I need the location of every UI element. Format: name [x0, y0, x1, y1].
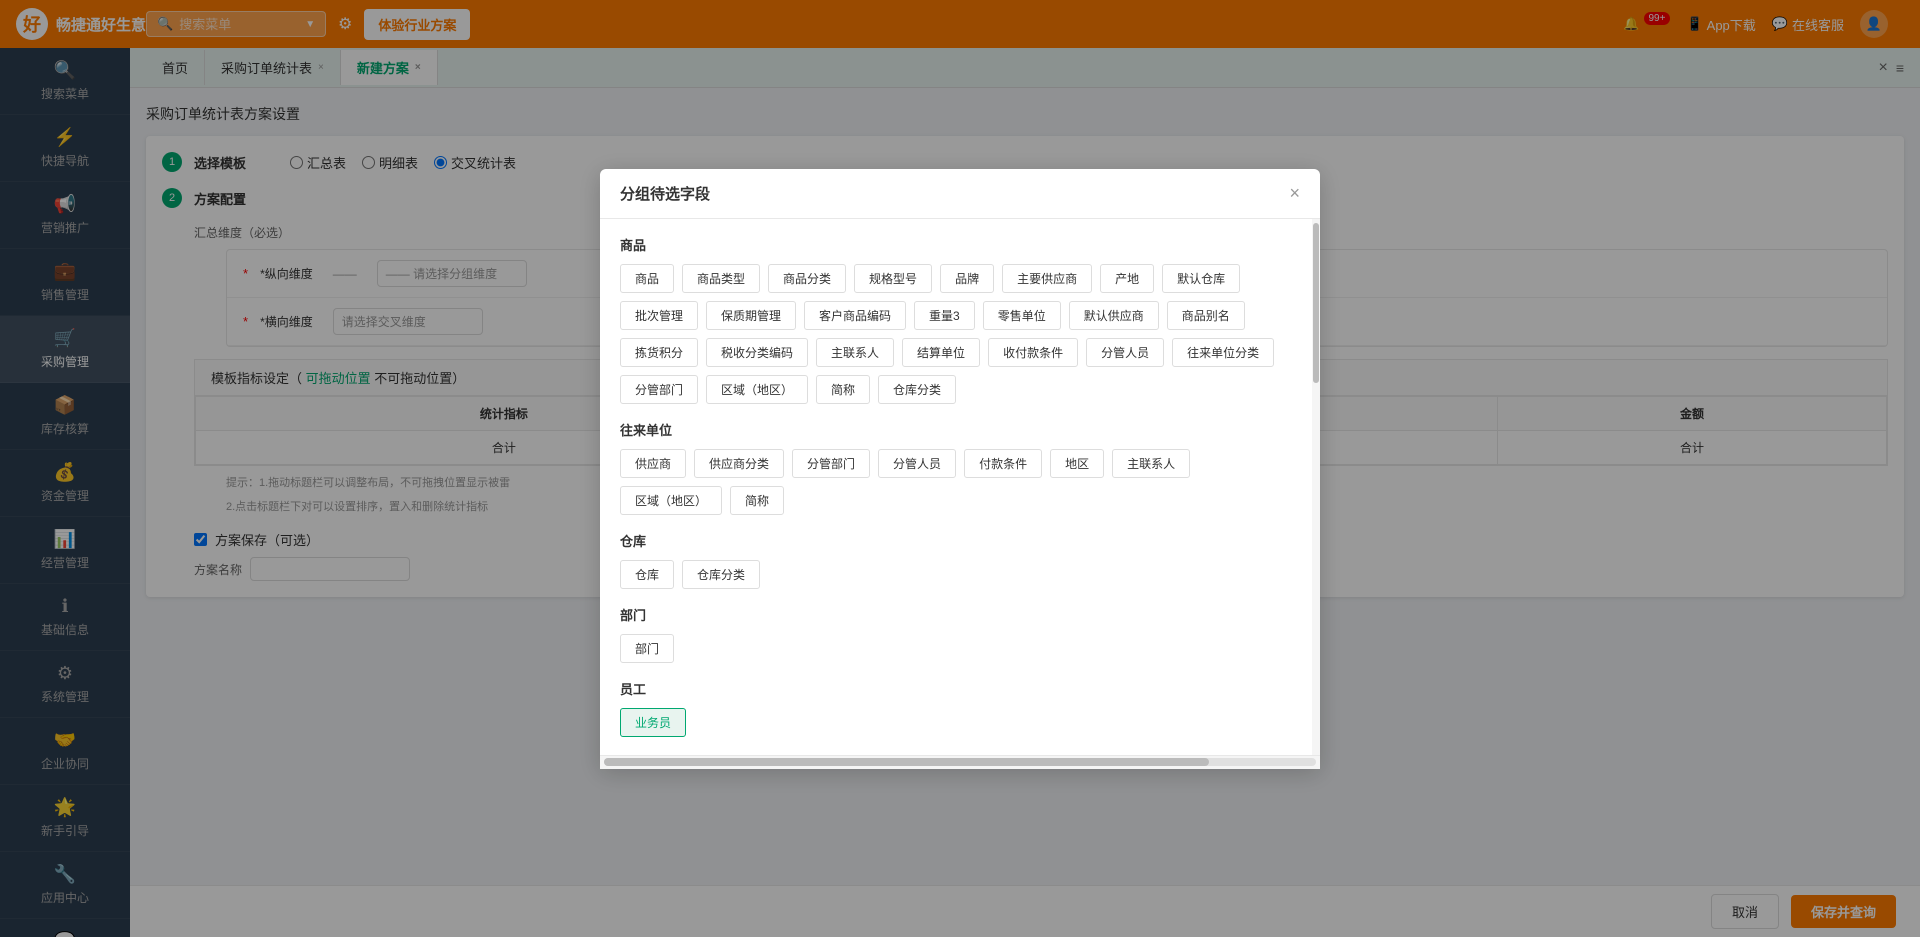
field-tag[interactable]: 默认供应商 [1069, 301, 1159, 330]
field-tag[interactable]: 分管人员 [878, 449, 956, 478]
modal-close-btn[interactable]: × [1289, 183, 1300, 204]
field-tag[interactable]: 分管部门 [792, 449, 870, 478]
field-tag[interactable]: 商品分类 [768, 264, 846, 293]
field-tag[interactable]: 客户商品编码 [804, 301, 906, 330]
field-tag[interactable]: 简称 [816, 375, 870, 404]
h-scroll-thumb [604, 758, 1209, 766]
section-department-tags: 部门 [620, 634, 1292, 663]
field-tag[interactable]: 商品别名 [1167, 301, 1245, 330]
section-products: 商品 商品 商品类型 商品分类 规格型号 品牌 主要供应商 产地 默认仓库 批次… [620, 235, 1292, 404]
horizontal-scrollbar[interactable] [600, 755, 1320, 769]
field-tag[interactable]: 收付款条件 [988, 338, 1078, 367]
modal-inner: 商品 商品 商品类型 商品分类 规格型号 品牌 主要供应商 产地 默认仓库 批次… [600, 219, 1320, 755]
field-tag[interactable]: 产地 [1100, 264, 1154, 293]
field-tag[interactable]: 供应商 [620, 449, 686, 478]
field-tag-employee[interactable]: 业务员 [620, 708, 686, 737]
h-scroll-track [604, 758, 1316, 766]
section-department: 部门 部门 [620, 605, 1292, 663]
field-tag[interactable]: 品牌 [940, 264, 994, 293]
section-employee: 员工 业务员 [620, 679, 1292, 737]
section-products-tags: 商品 商品类型 商品分类 规格型号 品牌 主要供应商 产地 默认仓库 批次管理 … [620, 264, 1292, 404]
section-employee-title: 员工 [620, 679, 1292, 698]
section-warehouse-tags: 仓库 仓库分类 [620, 560, 1292, 589]
section-warehouse-title: 仓库 [620, 531, 1292, 550]
field-tag[interactable]: 部门 [620, 634, 674, 663]
field-tag[interactable]: 默认仓库 [1162, 264, 1240, 293]
field-tag[interactable]: 拣货积分 [620, 338, 698, 367]
modal-overlay: 分组待选字段 × 商品 商品 商品类型 商品分类 规格型号 品牌 主要供应商 产… [0, 0, 1920, 937]
field-tag[interactable]: 供应商分类 [694, 449, 784, 478]
modal-content-scroll[interactable]: 商品 商品 商品类型 商品分类 规格型号 品牌 主要供应商 产地 默认仓库 批次… [600, 219, 1312, 755]
field-tag[interactable]: 主要供应商 [1002, 264, 1092, 293]
modal-header: 分组待选字段 × [600, 169, 1320, 219]
modal-scrollbar[interactable] [1312, 219, 1320, 755]
field-tag[interactable]: 主联系人 [1112, 449, 1190, 478]
section-products-title: 商品 [620, 235, 1292, 254]
field-tag[interactable]: 区域（地区） [706, 375, 808, 404]
field-tag[interactable]: 商品 [620, 264, 674, 293]
section-warehouse: 仓库 仓库 仓库分类 [620, 531, 1292, 589]
field-tag[interactable]: 结算单位 [902, 338, 980, 367]
field-tag[interactable]: 批次管理 [620, 301, 698, 330]
field-tag[interactable]: 重量3 [914, 301, 975, 330]
field-tag[interactable]: 仓库分类 [682, 560, 760, 589]
field-tag[interactable]: 分管部门 [620, 375, 698, 404]
field-tag[interactable]: 零售单位 [983, 301, 1061, 330]
field-tag[interactable]: 分管人员 [1086, 338, 1164, 367]
field-tag[interactable]: 保质期管理 [706, 301, 796, 330]
section-counterparty: 往来单位 供应商 供应商分类 分管部门 分管人员 付款条件 地区 主联系人 区域… [620, 420, 1292, 515]
field-tag[interactable]: 往来单位分类 [1172, 338, 1274, 367]
modal: 分组待选字段 × 商品 商品 商品类型 商品分类 规格型号 品牌 主要供应商 产… [600, 169, 1320, 769]
field-tag[interactable]: 仓库分类 [878, 375, 956, 404]
section-department-title: 部门 [620, 605, 1292, 624]
modal-title: 分组待选字段 [620, 183, 710, 204]
field-tag[interactable]: 付款条件 [964, 449, 1042, 478]
field-tag[interactable]: 税收分类编码 [706, 338, 808, 367]
section-counterparty-tags: 供应商 供应商分类 分管部门 分管人员 付款条件 地区 主联系人 区域（地区） … [620, 449, 1292, 515]
field-tag[interactable]: 主联系人 [816, 338, 894, 367]
field-tag[interactable]: 仓库 [620, 560, 674, 589]
field-tag[interactable]: 简称 [730, 486, 784, 515]
field-tag[interactable]: 区域（地区） [620, 486, 722, 515]
field-tag[interactable]: 商品类型 [682, 264, 760, 293]
section-employee-tags: 业务员 [620, 708, 1292, 737]
field-tag[interactable]: 规格型号 [854, 264, 932, 293]
section-counterparty-title: 往来单位 [620, 420, 1292, 439]
field-tag[interactable]: 地区 [1050, 449, 1104, 478]
modal-scrollbar-thumb [1313, 223, 1319, 384]
